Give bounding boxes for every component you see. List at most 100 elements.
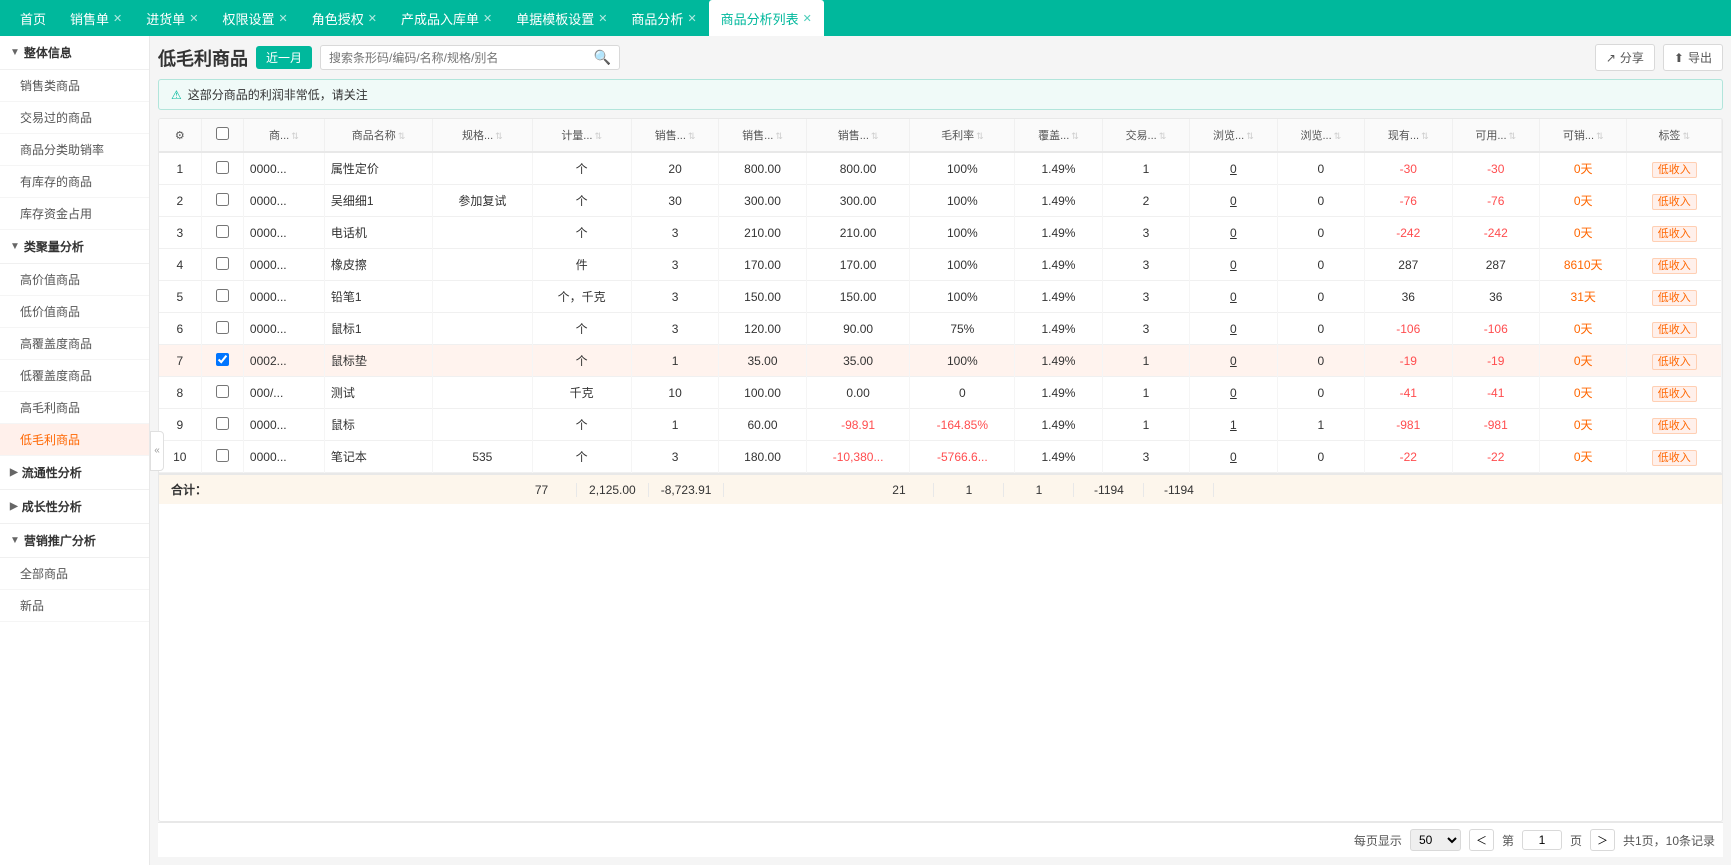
col-sales-qty[interactable]: 销售...⇅	[631, 119, 718, 152]
sidebar-item-in-stock[interactable]: 有库存的商品	[0, 166, 149, 198]
row-select-checkbox[interactable]	[216, 417, 229, 430]
row-view1[interactable]: 0	[1190, 185, 1277, 217]
nav-product-entry[interactable]: 产成品入库单 ✕	[389, 0, 504, 36]
col-sales-price[interactable]: 销售...⇅	[719, 119, 806, 152]
page-size-select[interactable]: 50 100 200	[1410, 829, 1461, 851]
nav-analysis[interactable]: 商品分析 ✕	[619, 0, 708, 36]
row-checkbox[interactable]	[201, 441, 243, 473]
sidebar-item-traded-products[interactable]: 交易过的商品	[0, 102, 149, 134]
next-page-button[interactable]: ＞	[1590, 829, 1615, 851]
sidebar-item-low-coverage[interactable]: 低覆盖度商品	[0, 360, 149, 392]
row-sales-price: 800.00	[719, 152, 806, 185]
row-view1[interactable]: 0	[1190, 152, 1277, 185]
col-spec[interactable]: 规格...⇅	[433, 119, 532, 152]
col-coverage[interactable]: 覆盖...⇅	[1015, 119, 1102, 152]
sidebar-item-high-profit[interactable]: 高毛利商品	[0, 392, 149, 424]
nav-purchase[interactable]: 进货单 ✕	[134, 0, 210, 36]
nav-permission[interactable]: 权限设置 ✕	[210, 0, 299, 36]
col-current[interactable]: 现有...⇅	[1365, 119, 1452, 152]
col-sellable[interactable]: 可销...⇅	[1539, 119, 1626, 152]
row-select-checkbox[interactable]	[216, 353, 229, 366]
nav-template[interactable]: 单据模板设置 ✕	[504, 0, 619, 36]
nav-sales[interactable]: 销售单 ✕	[58, 0, 134, 36]
period-button[interactable]: 近一月	[256, 46, 312, 69]
row-view1[interactable]: 0	[1190, 377, 1277, 409]
page-input[interactable]	[1522, 830, 1562, 850]
row-select-checkbox[interactable]	[216, 289, 229, 302]
col-tag[interactable]: 标签⇅	[1627, 119, 1722, 152]
nav-analysis-close[interactable]: ✕	[687, 12, 696, 25]
row-view1[interactable]: 0	[1190, 281, 1277, 313]
nav-product-entry-close[interactable]: ✕	[483, 12, 492, 25]
col-gross-rate[interactable]: 毛利率⇅	[910, 119, 1015, 152]
row-select-checkbox[interactable]	[216, 385, 229, 398]
sidebar-group-overall[interactable]: ▼ 整体信息	[0, 36, 149, 70]
col-checkbox[interactable]	[201, 119, 243, 152]
row-checkbox[interactable]	[201, 185, 243, 217]
col-settings[interactable]: ⚙	[159, 119, 201, 152]
nav-role-close[interactable]: ✕	[368, 12, 377, 25]
row-view1[interactable]: 0	[1190, 345, 1277, 377]
sidebar-item-all-products[interactable]: 全部商品	[0, 558, 149, 590]
row-checkbox[interactable]	[201, 345, 243, 377]
share-button[interactable]: ↗ 分享	[1595, 44, 1655, 71]
row-checkbox[interactable]	[201, 409, 243, 441]
prev-page-button[interactable]: ＜	[1469, 829, 1494, 851]
row-select-checkbox[interactable]	[216, 449, 229, 462]
col-trade[interactable]: 交易...⇅	[1102, 119, 1189, 152]
row-tag: 低收入	[1627, 441, 1722, 473]
nav-analysis-list[interactable]: 商品分析列表 ✕	[709, 0, 824, 36]
sidebar-group-marketing[interactable]: ▼ 营销推广分析	[0, 524, 149, 558]
row-select-checkbox[interactable]	[216, 161, 229, 174]
row-gross-rate: -5766.6...	[910, 441, 1015, 473]
sidebar-group-growth[interactable]: ▶ 成长性分析	[0, 490, 149, 524]
row-view1[interactable]: 0	[1190, 217, 1277, 249]
nav-role[interactable]: 角色授权 ✕	[300, 0, 389, 36]
row-code: 0000...	[243, 152, 324, 185]
sidebar-item-low-profit[interactable]: 低毛利商品	[0, 424, 149, 456]
nav-purchase-close[interactable]: ✕	[189, 12, 198, 25]
sidebar-item-sales-products[interactable]: 销售类商品	[0, 70, 149, 102]
col-code[interactable]: 商...⇅	[243, 119, 324, 152]
page-header: 低毛利商品 近一月 🔍 ↗ 分享 ⬆ 导出	[158, 44, 1723, 71]
row-checkbox[interactable]	[201, 249, 243, 281]
row-select-checkbox[interactable]	[216, 225, 229, 238]
col-view2[interactable]: 浏览...⇅	[1277, 119, 1364, 152]
select-all-checkbox[interactable]	[216, 127, 229, 140]
row-checkbox[interactable]	[201, 313, 243, 345]
sidebar-group-flow[interactable]: ▶ 流通性分析	[0, 456, 149, 490]
col-view1[interactable]: 浏览...⇅	[1190, 119, 1277, 152]
row-checkbox[interactable]	[201, 377, 243, 409]
row-select-checkbox[interactable]	[216, 193, 229, 206]
row-view1[interactable]: 0	[1190, 441, 1277, 473]
row-checkbox[interactable]	[201, 152, 243, 185]
row-view1[interactable]: 1	[1190, 409, 1277, 441]
col-available[interactable]: 可用...⇅	[1452, 119, 1539, 152]
col-sales-profit[interactable]: 销售...⇅	[806, 119, 910, 152]
col-name[interactable]: 商品名称⇅	[324, 119, 432, 152]
row-checkbox[interactable]	[201, 281, 243, 313]
row-select-checkbox[interactable]	[216, 321, 229, 334]
sidebar-item-new-products[interactable]: 新品	[0, 590, 149, 622]
nav-template-close[interactable]: ✕	[598, 12, 607, 25]
sidebar-group-cluster[interactable]: ▼ 类聚量分析	[0, 230, 149, 264]
search-icon[interactable]: 🔍	[594, 49, 611, 66]
sidebar-item-capital[interactable]: 库存资金占用	[0, 198, 149, 230]
row-select-checkbox[interactable]	[216, 257, 229, 270]
row-view1[interactable]: 0	[1190, 313, 1277, 345]
sidebar-item-low-value[interactable]: 低价值商品	[0, 296, 149, 328]
nav-permission-close[interactable]: ✕	[279, 12, 288, 25]
sidebar-item-high-coverage[interactable]: 高覆盖度商品	[0, 328, 149, 360]
row-sellable: 0天	[1539, 377, 1626, 409]
col-unit[interactable]: 计量...⇅	[532, 119, 631, 152]
sidebar-item-high-value[interactable]: 高价值商品	[0, 264, 149, 296]
sidebar-item-category-rate[interactable]: 商品分类助销率	[0, 134, 149, 166]
nav-analysis-list-close[interactable]: ✕	[803, 12, 812, 25]
sidebar-collapse-button[interactable]: «	[150, 431, 164, 471]
export-button[interactable]: ⬆ 导出	[1663, 44, 1723, 71]
search-input[interactable]	[329, 51, 594, 65]
row-checkbox[interactable]	[201, 217, 243, 249]
nav-sales-close[interactable]: ✕	[113, 12, 122, 25]
row-view1[interactable]: 0	[1190, 249, 1277, 281]
nav-home[interactable]: 首页	[8, 0, 58, 36]
